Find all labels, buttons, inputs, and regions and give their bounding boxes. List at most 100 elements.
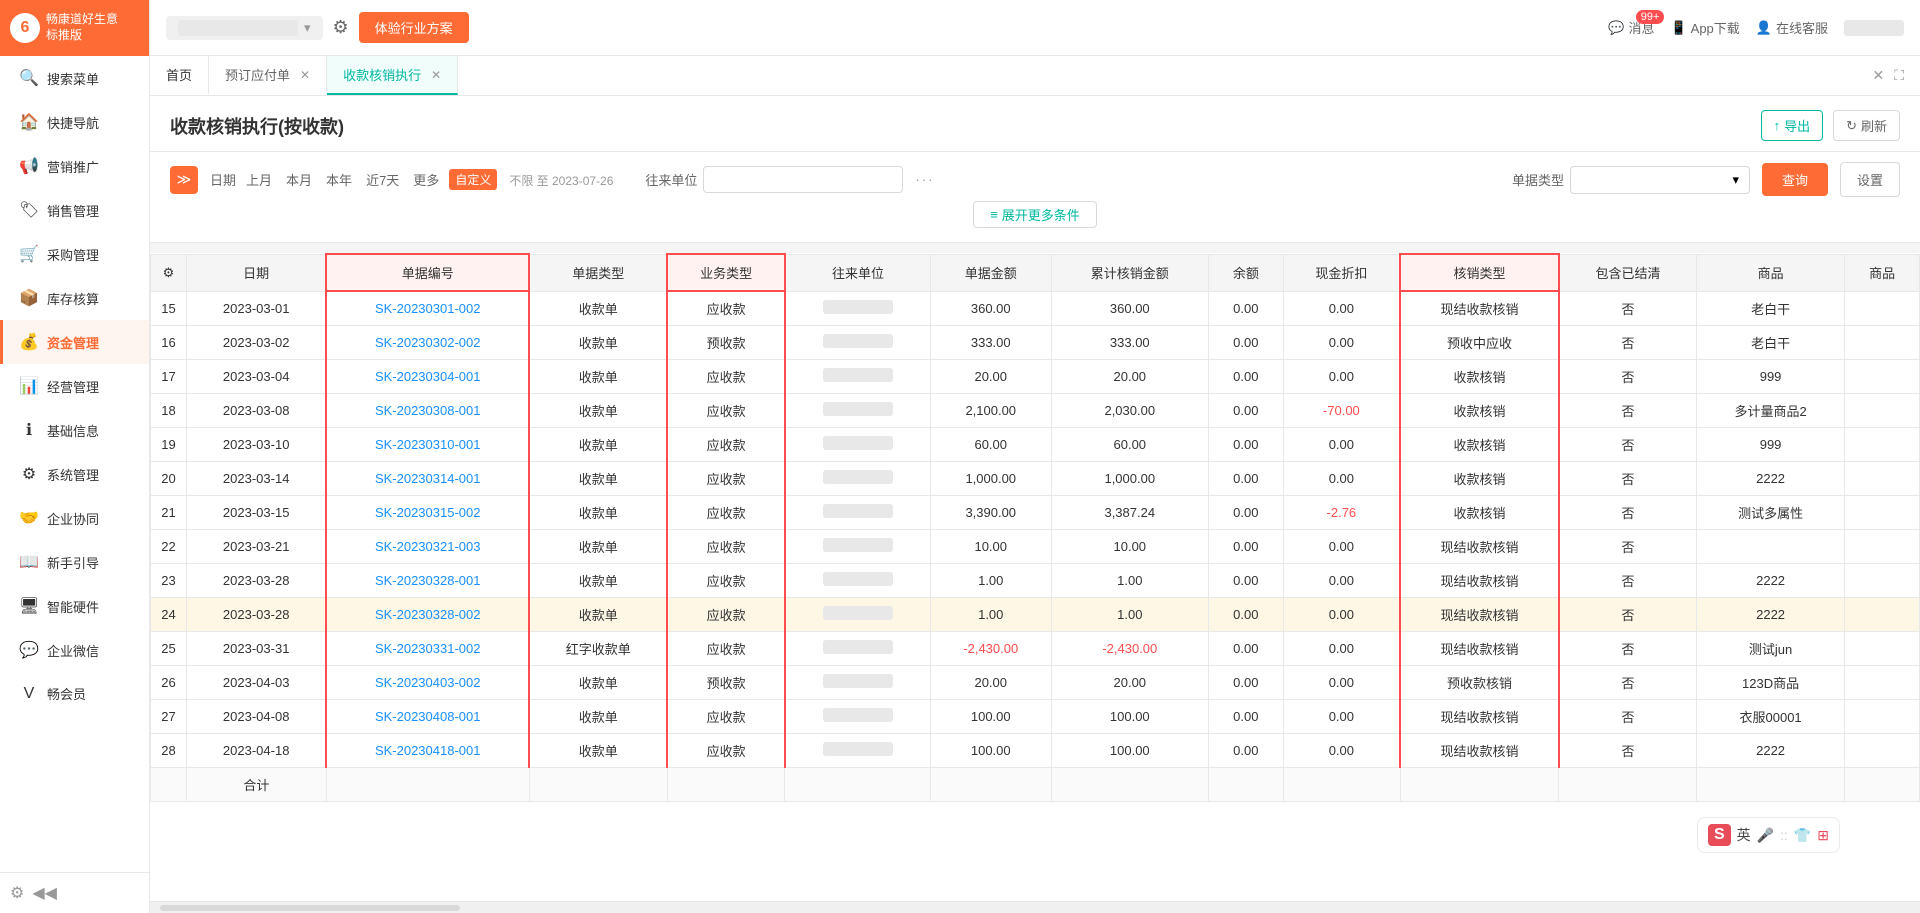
cell-unit (785, 291, 930, 326)
tab-actions: ✕ ⛶ (1872, 56, 1920, 95)
footer-verify-type (1400, 768, 1559, 802)
cell-verified: 100.00 (1051, 700, 1208, 734)
footer-discount (1283, 768, 1400, 802)
table-row: 16 2023-03-02 SK-20230302-002 收款单 预收款 33… (151, 326, 1920, 360)
doc-no-link[interactable]: SK-20230321-003 (375, 539, 481, 554)
tab-verify-close[interactable]: ✕ (431, 68, 441, 82)
solution-button[interactable]: 体验行业方案 (359, 12, 469, 43)
filter-date-this-month[interactable]: 本月 (282, 168, 316, 191)
page-header-actions: ↑ 导出 ↻ 刷新 (1761, 110, 1900, 141)
cell-verify-type: 收款核销 (1400, 428, 1559, 462)
doc-no-link[interactable]: SK-20230403-002 (375, 675, 481, 690)
sidebar-item-畅会员[interactable]: V畅会员 (0, 672, 149, 715)
doc-no-link[interactable]: SK-20230328-001 (375, 573, 481, 588)
app-download[interactable]: 📱 App下载 (1670, 18, 1739, 37)
message-icon[interactable]: 💬 消息 99+ (1608, 18, 1654, 37)
cell-discount: 0.00 (1283, 564, 1400, 598)
cell-balance: 0.00 (1208, 496, 1283, 530)
filter-date-group: 上月 本月 本年 近7天 更多 自定义 (242, 168, 497, 191)
scrollbar-track[interactable] (160, 905, 460, 911)
filter-date-last-month[interactable]: 上月 (242, 168, 276, 191)
filter-date-7days[interactable]: 近7天 (362, 168, 403, 191)
sidebar-item-基础信息[interactable]: ℹ基础信息 (0, 408, 149, 452)
cell-no: 26 (151, 666, 187, 700)
cell-balance: 0.00 (1208, 564, 1283, 598)
tab-verify[interactable]: 收款核销执行 ✕ (327, 56, 458, 95)
tab-prepay-close[interactable]: ✕ (300, 68, 310, 82)
sidebar-item-系统管理[interactable]: ⚙系统管理 (0, 452, 149, 496)
sidebar-gear-icon[interactable]: ⚙ (10, 883, 24, 903)
doc-no-link[interactable]: SK-20230328-002 (375, 607, 481, 622)
tab-close-all-icon[interactable]: ✕ (1872, 67, 1884, 84)
filter-date-custom[interactable]: 自定义 (449, 169, 497, 190)
doc-no-link[interactable]: SK-20230331-002 (375, 641, 481, 656)
sidebar-item-label: 采购管理 (47, 245, 99, 264)
doc-no-link[interactable]: SK-20230308-001 (375, 403, 481, 418)
sidebar-item-库存核算[interactable]: 📦库存核算 (0, 276, 149, 320)
online-service[interactable]: 👤 在线客服 (1756, 18, 1828, 37)
tab-prepay[interactable]: 预订应付单 ✕ (209, 56, 327, 95)
doc-no-link[interactable]: SK-20230310-001 (375, 437, 481, 452)
sidebar-item-新手引导[interactable]: 📖新手引导 (0, 540, 149, 584)
filter-unit-input[interactable] (703, 166, 903, 193)
cell-date: 2023-03-02 (187, 326, 327, 360)
table-area: ⚙ 日期 单据编号 单据类型 业务类型 往来单位 单据金额 累计核销金额 余额 … (150, 253, 1920, 901)
doc-no-link[interactable]: SK-20230418-001 (375, 743, 481, 758)
filter-date-this-year[interactable]: 本年 (322, 168, 356, 191)
sidebar-item-label: 智能硬件 (47, 597, 99, 616)
topbar: ▾ ⚙ 体验行业方案 💬 消息 99+ 📱 App下载 👤 在线客服 (150, 0, 1920, 56)
doc-no-link[interactable]: SK-20230304-001 (375, 369, 481, 384)
sidebar-item-采购管理[interactable]: 🛒采购管理 (0, 232, 149, 276)
refresh-button[interactable]: ↻ 刷新 (1833, 110, 1900, 141)
filter-type-select[interactable]: ▾ (1570, 166, 1750, 194)
cell-product1: 2222 (1696, 598, 1844, 632)
cell-product1: 123D商品 (1696, 666, 1844, 700)
sidebar-item-经营管理[interactable]: 📊经营管理 (0, 364, 149, 408)
cell-include-settled: 否 (1559, 632, 1697, 666)
sidebar-item-智能硬件[interactable]: 🖥智能硬件 (0, 584, 149, 628)
cell-no: 18 (151, 394, 187, 428)
cell-discount: 0.00 (1283, 666, 1400, 700)
filter-settings-button[interactable]: 设置 (1840, 162, 1900, 197)
sidebar-collapse-icon[interactable]: ◀◀ (32, 883, 57, 903)
topbar-title-input[interactable]: ▾ (166, 16, 323, 40)
doc-no-link[interactable]: SK-20230301-002 (375, 301, 481, 316)
cell-balance: 0.00 (1208, 734, 1283, 768)
sidebar-item-销售管理[interactable]: 🏷销售管理 (0, 188, 149, 232)
tab-home[interactable]: 首页 (150, 56, 209, 95)
sidebar-item-资金管理[interactable]: 💰资金管理 (0, 320, 149, 364)
cell-doc-type: 收款单 (529, 360, 667, 394)
table-row: 24 2023-03-28 SK-20230328-002 收款单 应收款 1.… (151, 598, 1920, 632)
th-settings[interactable]: ⚙ (151, 254, 187, 291)
sidebar-item-营销推广[interactable]: 📢营销推广 (0, 144, 149, 188)
cell-doc-no: SK-20230418-001 (326, 734, 529, 768)
sidebar-item-搜索菜单[interactable]: 🔍搜索菜单 (0, 56, 149, 100)
cell-verified: 100.00 (1051, 734, 1208, 768)
doc-no-link[interactable]: SK-20230302-002 (375, 335, 481, 350)
scrollbar-area (150, 901, 1920, 913)
sidebar-item-企业协同[interactable]: 🤝企业协同 (0, 496, 149, 540)
cell-biz-type: 预收款 (667, 666, 785, 700)
sidebar-item-label: 搜索菜单 (47, 69, 99, 88)
cell-doc-no: SK-20230331-002 (326, 632, 529, 666)
query-button[interactable]: 查询 (1762, 163, 1828, 196)
cell-verify-type: 现结收款核销 (1400, 632, 1559, 666)
doc-no-link[interactable]: SK-20230408-001 (375, 709, 481, 724)
filter-date-more[interactable]: 更多 (409, 168, 443, 191)
doc-no-link[interactable]: SK-20230314-001 (375, 471, 481, 486)
cell-date: 2023-03-15 (187, 496, 327, 530)
filter-expand-button[interactable]: ≫ (170, 166, 198, 194)
topbar-gear-icon[interactable]: ⚙ (333, 17, 349, 38)
cell-balance: 0.00 (1208, 632, 1283, 666)
cell-balance: 0.00 (1208, 428, 1283, 462)
sidebar-logo: 6 畅康道好生意 标推版 (0, 0, 149, 56)
cell-verify-type: 收款核销 (1400, 462, 1559, 496)
cell-doc-no: SK-20230301-002 (326, 291, 529, 326)
doc-no-link[interactable]: SK-20230315-002 (375, 505, 481, 520)
tab-expand-icon[interactable]: ⛶ (1894, 67, 1904, 84)
sidebar-item-企业微信[interactable]: 💬企业微信 (0, 628, 149, 672)
export-button[interactable]: ↑ 导出 (1761, 110, 1824, 141)
cell-unit (785, 428, 930, 462)
sidebar-item-快捷导航[interactable]: 🏠快捷导航 (0, 100, 149, 144)
expand-more-button[interactable]: ≡ 展开更多条件 (973, 201, 1097, 228)
